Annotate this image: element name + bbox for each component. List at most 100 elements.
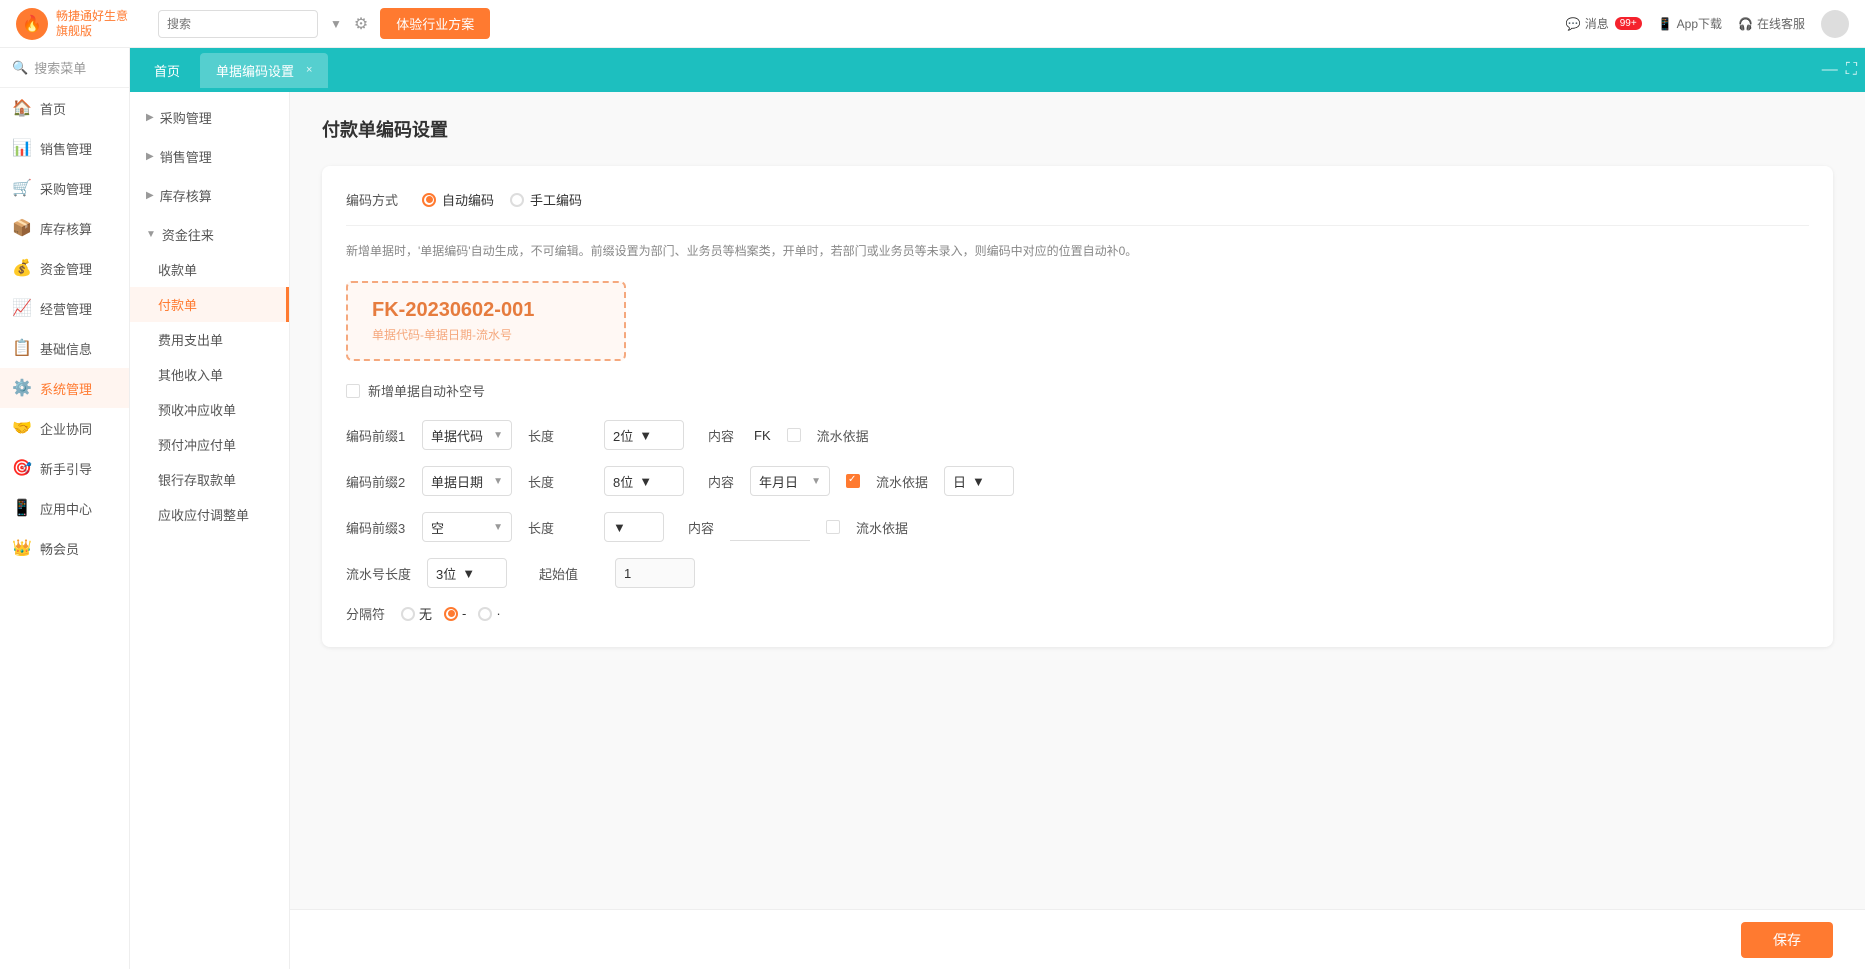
encoding-method-row: 编码方式 自动编码 手工编码 — [346, 190, 1809, 226]
gear-icon[interactable]: ⚙ — [354, 14, 368, 34]
trial-button[interactable]: 体验行业方案 — [380, 8, 490, 39]
sidebar-item-label: 经营管理 — [40, 299, 92, 318]
serial-length-label: 流水号长度 — [346, 564, 411, 583]
sidebar-item-label: 基础信息 — [40, 339, 92, 358]
serial-start-input[interactable] — [615, 558, 695, 588]
maximize-icon[interactable]: ⛶ — [1846, 61, 1857, 79]
prefix2-content-select[interactable]: 年月日 ▼ — [750, 466, 830, 496]
sidebar-search[interactable]: 🔍 搜索菜单 — [0, 48, 129, 88]
tab-close-button[interactable]: × — [306, 64, 312, 76]
operation-icon: 📈 — [12, 298, 32, 318]
system-icon: ⚙️ — [12, 378, 32, 398]
sidebar-item-basic[interactable]: 📋 基础信息 — [0, 328, 129, 368]
separator-dot-radio[interactable]: · — [478, 606, 500, 621]
sidebar-item-guide[interactable]: 🎯 新手引导 — [0, 448, 129, 488]
prefix1-length-select[interactable]: 2位 ▼ — [604, 420, 684, 450]
prefix2-flow-checkbox[interactable] — [846, 474, 860, 488]
separator-dash-circle — [444, 607, 458, 621]
prefix2-value: 单据日期 — [431, 472, 483, 491]
sidebar-item-coop[interactable]: 🤝 企业协同 — [0, 408, 129, 448]
service-item[interactable]: 🎧 在线客服 — [1738, 15, 1805, 32]
nav-sub-item-receipt[interactable]: 收款单 — [130, 252, 289, 287]
sidebar-item-sales[interactable]: 📊 销售管理 — [0, 128, 129, 168]
tab-encoding-settings[interactable]: 单据编码设置 × — [200, 53, 328, 88]
prefix2-content-value: 年月日 — [759, 472, 798, 491]
basic-icon: 📋 — [12, 338, 32, 358]
message-item[interactable]: 💬 消息 99+ — [1566, 15, 1642, 32]
logo-text: 畅捷通好生意 旗舰版 — [56, 9, 128, 38]
main-wrapper: 首页 单据编码设置 × — ⛶ ▶ 采购管理 ▶ 销售管理 — [130, 48, 1865, 969]
prefix1-length-arrow-icon: ▼ — [639, 428, 652, 443]
prefix3-flow-checkbox[interactable] — [826, 520, 840, 534]
prefix2-flow-unit: 日 — [953, 472, 966, 491]
auto-fill-checkbox[interactable] — [346, 384, 360, 398]
nav-sub-item-expense[interactable]: 费用支出单 — [130, 322, 289, 357]
nav-group-finance-title[interactable]: ▼ 资金往来 — [130, 217, 289, 252]
nav-group-finance: ▼ 资金往来 收款单 付款单 费用支出单 其他收入单 预收冲应收单 预付冲应付单… — [130, 217, 289, 532]
minimize-icon[interactable]: — — [1822, 61, 1838, 79]
avatar[interactable] — [1821, 10, 1849, 38]
info-text: 新增单据时，'单据编码'自动生成，不可编辑。前缀设置为部门、业务员等档案类，开单… — [346, 242, 1809, 261]
nav-sub-item-bank[interactable]: 银行存取款单 — [130, 462, 289, 497]
auto-code-radio[interactable]: 自动编码 — [422, 190, 494, 209]
separator-none-radio[interactable]: 无 — [401, 604, 432, 623]
member-icon: 👑 — [12, 538, 32, 558]
sidebar-item-app[interactable]: 📱 应用中心 — [0, 488, 129, 528]
manual-code-radio[interactable]: 手工编码 — [510, 190, 582, 209]
nav-sub-item-payment[interactable]: 付款单 — [130, 287, 289, 322]
download-item[interactable]: 📱 App下载 — [1658, 15, 1722, 32]
sidebar-item-operation[interactable]: 📈 经营管理 — [0, 288, 129, 328]
topbar-middle: ▼ ⚙ 体验行业方案 — [158, 8, 1554, 39]
sidebar-item-purchase[interactable]: 🛒 采购管理 — [0, 168, 129, 208]
prefix1-value: 单据代码 — [431, 426, 483, 445]
serial-length-arrow-icon: ▼ — [462, 566, 475, 581]
prefix2-label: 编码前缀2 — [346, 472, 406, 491]
prefix2-flow-label: 流水依据 — [876, 472, 928, 491]
topbar: 🔥 畅捷通好生意 旗舰版 ▼ ⚙ 体验行业方案 💬 消息 99+ 📱 App下载… — [0, 0, 1865, 48]
prefix1-flow-checkbox[interactable] — [787, 428, 801, 442]
chevron-down-icon: ▼ — [146, 229, 156, 240]
tab-bar-actions: — ⛶ — [1822, 61, 1857, 79]
tab-home[interactable]: 首页 — [138, 53, 196, 88]
prefix1-select[interactable]: 单据代码 ▼ — [422, 420, 512, 450]
prefix3-flow-label: 流水依据 — [856, 518, 908, 537]
nav-sub-item-prepay-receive[interactable]: 预收冲应收单 — [130, 392, 289, 427]
serial-start-label: 起始值 — [539, 564, 599, 583]
sidebar-item-label: 新手引导 — [40, 459, 92, 478]
separator-none-circle — [401, 607, 415, 621]
nav-sub-item-adjust[interactable]: 应收应付调整单 — [130, 497, 289, 532]
sidebar-item-label: 销售管理 — [40, 139, 92, 158]
topbar-search-input[interactable] — [158, 10, 318, 38]
logo-icon: 🔥 — [16, 8, 48, 40]
prefix2-select[interactable]: 单据日期 ▼ — [422, 466, 512, 496]
prefix1-flow-label: 流水依据 — [817, 426, 869, 445]
sidebar-item-home[interactable]: 🏠 首页 — [0, 88, 129, 128]
sidebar-search-label: 搜索菜单 — [34, 58, 86, 77]
prefix3-length-select[interactable]: ▼ — [604, 512, 664, 542]
dropdown-arrow-icon[interactable]: ▼ — [330, 17, 342, 31]
nav-group-inventory-title[interactable]: ▶ 库存核算 — [130, 178, 289, 213]
auto-fill-row: 新增单据自动补空号 — [346, 381, 1809, 400]
sidebar: 🔍 搜索菜单 🏠 首页 📊 销售管理 🛒 采购管理 📦 库存核算 💰 资金管理 … — [0, 48, 130, 969]
sidebar-item-finance[interactable]: 💰 资金管理 — [0, 248, 129, 288]
save-button[interactable]: 保存 — [1741, 922, 1833, 958]
prefix1-length-value: 2位 — [613, 426, 633, 445]
prefix2-length-arrow-icon: ▼ — [639, 474, 652, 489]
separator-dash-radio[interactable]: - — [444, 606, 466, 621]
chevron-right-icon: ▶ — [146, 190, 154, 201]
prefix2-flow-unit-select[interactable]: 日 ▼ — [944, 466, 1014, 496]
prefix1-content-value: FK — [754, 428, 771, 443]
encoding-method-label: 编码方式 — [346, 190, 398, 209]
sidebar-item-member[interactable]: 👑 畅会员 — [0, 528, 129, 568]
nav-sub-item-prepay-pay[interactable]: 预付冲应付单 — [130, 427, 289, 462]
sidebar-item-inventory[interactable]: 📦 库存核算 — [0, 208, 129, 248]
nav-group-sales-title[interactable]: ▶ 销售管理 — [130, 139, 289, 174]
nav-sub-item-other-income[interactable]: 其他收入单 — [130, 357, 289, 392]
prefix2-length-select[interactable]: 8位 ▼ — [604, 466, 684, 496]
prefix1-row: 编码前缀1 单据代码 ▼ 长度 2位 ▼ 内容 FK 流水依据 — [346, 420, 1809, 450]
nav-group-purchase-title[interactable]: ▶ 采购管理 — [130, 100, 289, 135]
sidebar-item-system[interactable]: ⚙️ 系统管理 — [0, 368, 129, 408]
prefix3-select[interactable]: 空 ▼ — [422, 512, 512, 542]
sidebar-item-label: 资金管理 — [40, 259, 92, 278]
serial-length-select[interactable]: 3位 ▼ — [427, 558, 507, 588]
